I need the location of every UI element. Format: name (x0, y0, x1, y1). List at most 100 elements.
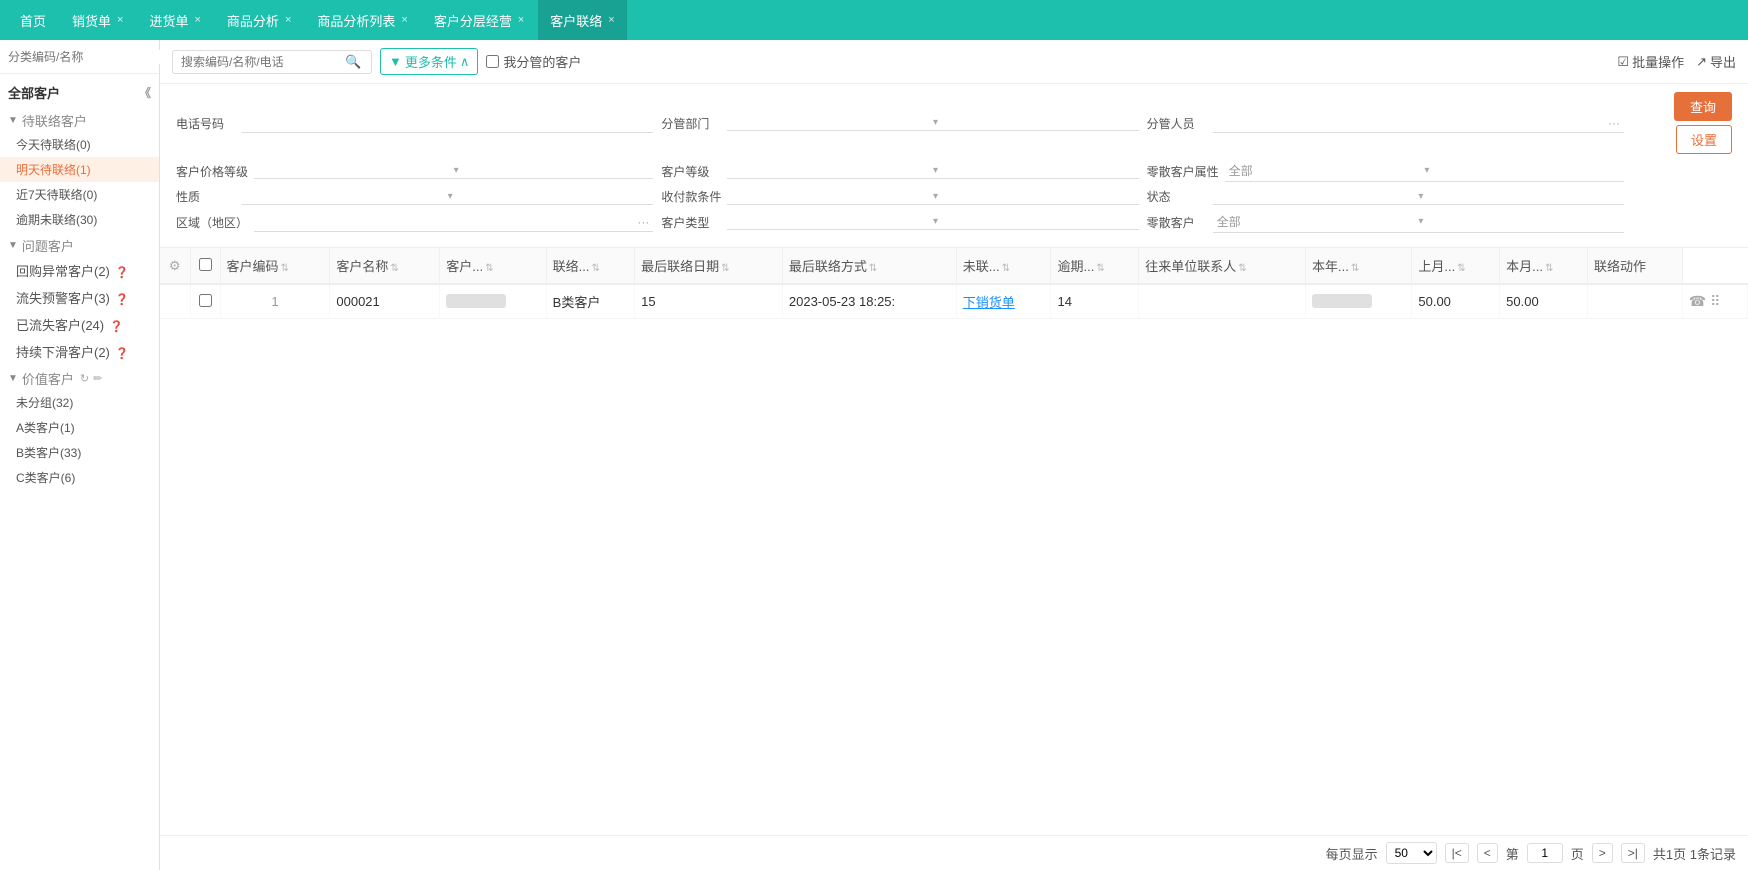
sort-icon[interactable]: ⇅ (1457, 263, 1465, 274)
close-icon[interactable]: × (117, 14, 123, 26)
sidebar-item-a-class[interactable]: A类客户(1) (0, 415, 159, 440)
chevron-down-icon: ▾ (454, 165, 650, 176)
price-level-select[interactable]: ▾ (254, 163, 653, 179)
retail-select[interactable]: 全部 ▾ (1213, 211, 1624, 233)
sidebar-item-today-pending[interactable]: 今天待联络(0) (0, 132, 159, 157)
row-this-year: 50.00 (1412, 284, 1500, 319)
export-btn[interactable]: ↗ 导出 (1696, 52, 1736, 71)
filter-more-btn[interactable]: ▼ 更多条件 ∧ (380, 48, 478, 75)
settings-button[interactable]: 设置 (1676, 125, 1732, 154)
row-uncontacted: 14 (1051, 284, 1139, 319)
sidebar-item-declining[interactable]: 持续下滑客户(2) ❓ (0, 338, 159, 365)
nav-customer-segmentation[interactable]: 客户分层经营 × (422, 0, 536, 40)
query-button[interactable]: 查询 (1674, 92, 1732, 121)
sort-icon[interactable]: ⇅ (390, 263, 398, 274)
toolbar-right: ☑ 批量操作 ↗ 导出 (1617, 52, 1736, 71)
nav-product-analysis-list[interactable]: 商品分析列表 × (305, 0, 419, 40)
select-all-checkbox[interactable] (199, 258, 212, 271)
search-input[interactable] (181, 55, 341, 69)
page-input[interactable] (1527, 843, 1563, 863)
search-icon[interactable]: 🔍 (345, 54, 361, 70)
close-icon[interactable]: × (194, 14, 200, 26)
close-icon[interactable]: × (518, 14, 524, 26)
nav-home[interactable]: 首页 (8, 0, 58, 40)
prev-page-btn[interactable]: < (1477, 843, 1498, 863)
close-icon[interactable]: × (608, 14, 614, 26)
main-layout: 🔍 全部客户 《 ▼ 待联络客户 今天待联络(0) 明天待联络(1) 近7天待联… (0, 40, 1748, 870)
col-gear[interactable]: ⚙ (160, 248, 190, 284)
dept-select[interactable]: ▾ (727, 115, 1138, 131)
sidebar-body: 全部客户 《 ▼ 待联络客户 今天待联络(0) 明天待联络(1) 近7天待联络(… (0, 74, 159, 870)
my-customers-checkbox-label[interactable]: 我分管的客户 (486, 52, 581, 71)
more-icon[interactable]: ··· (637, 215, 649, 229)
first-page-btn[interactable]: |< (1445, 843, 1469, 863)
sort-icon[interactable]: ⇅ (869, 263, 877, 274)
triangle-icon: ▼ (8, 115, 18, 126)
search-input-wrap[interactable]: 🔍 (172, 50, 372, 74)
row-last-month: 50.00 (1500, 284, 1588, 319)
sort-icon[interactable]: ⇅ (1238, 263, 1246, 274)
retail-attr-select[interactable]: 全部 ▾ (1225, 160, 1624, 182)
close-icon[interactable]: × (401, 14, 407, 26)
customer-level-select[interactable]: ▾ (727, 163, 1138, 179)
sidebar-item-ungrouped[interactable]: 未分组(32) (0, 390, 159, 415)
contact-method-link[interactable]: 下销货单 (963, 295, 1015, 310)
row-last-contact-date: 2023-05-23 18:25: (782, 284, 956, 319)
last-page-btn[interactable]: >| (1621, 843, 1645, 863)
sidebar-all-customers[interactable]: 全部客户 《 (0, 78, 159, 107)
sidebar-item-repurchase-abnormal[interactable]: 回购异常客户(2) ❓ (0, 257, 159, 284)
row-last-contact-method[interactable]: 下销货单 (956, 284, 1051, 319)
col-checkbox[interactable] (190, 248, 220, 284)
sort-icon[interactable]: ⇅ (281, 263, 289, 274)
refresh-icon[interactable]: ↻ (80, 372, 89, 385)
chevron-down-icon: ▾ (933, 165, 1135, 176)
batch-operation-btn[interactable]: ☑ 批量操作 (1617, 52, 1684, 71)
contact-action-icon[interactable]: ☎ (1689, 293, 1706, 310)
sort-icon[interactable]: ⇅ (1545, 263, 1553, 274)
person-select[interactable]: ··· (1213, 114, 1624, 133)
next-page-btn[interactable]: > (1592, 843, 1613, 863)
more-action-icon[interactable]: ⠿ (1710, 293, 1720, 310)
nav-sales-order[interactable]: 销货单 × (60, 0, 135, 40)
sort-icon[interactable]: ⇅ (1351, 263, 1359, 274)
nav-purchase-order[interactable]: 进货单 × (137, 0, 212, 40)
row-checkbox[interactable] (190, 284, 220, 319)
sort-icon[interactable]: ⇅ (485, 263, 493, 274)
nature-select[interactable]: ▾ (242, 189, 653, 205)
row-select-checkbox[interactable] (199, 294, 212, 307)
nav-product-analysis[interactable]: 商品分析 × (215, 0, 303, 40)
col-customer-name: 客户名称⇅ (330, 248, 440, 284)
filter-cell-customer-level: 客户等级 ▾ (661, 163, 1138, 180)
row-gear (160, 284, 190, 319)
sort-icon[interactable]: ⇅ (1002, 263, 1010, 274)
filter-panel: 电话号码 分管部门 ▾ 分管人员 ··· 查询 (160, 84, 1748, 248)
sort-icon[interactable]: ⇅ (592, 263, 600, 274)
my-customers-checkbox[interactable] (486, 55, 499, 68)
col-last-month: 上月...⇅ (1412, 248, 1500, 284)
sort-icon[interactable]: ⇅ (1096, 263, 1104, 274)
status-select[interactable]: ▾ (1213, 189, 1624, 205)
row-overdue (1139, 284, 1306, 319)
page-size-select[interactable]: 50 100 200 (1386, 842, 1437, 864)
nav-customer-contact[interactable]: 客户联络 × (538, 0, 626, 40)
sidebar-search-input[interactable] (8, 50, 163, 64)
type-select[interactable]: ▾ (727, 214, 1138, 230)
sidebar-search-area: 🔍 (0, 40, 159, 74)
page-label: 第 (1506, 844, 1519, 863)
phone-input[interactable] (242, 114, 653, 133)
sidebar-item-overdue-pending[interactable]: 逾期未联络(30) (0, 207, 159, 232)
close-icon[interactable]: × (285, 14, 291, 26)
edit-icon[interactable]: ✏ (93, 372, 102, 385)
per-page-label: 每页显示 (1326, 844, 1378, 863)
col-uncontacted: 未联...⇅ (956, 248, 1051, 284)
region-select[interactable]: ··· (254, 213, 653, 232)
sidebar-item-churn-warning[interactable]: 流失预警客户(3) ❓ (0, 284, 159, 311)
more-icon[interactable]: ··· (1608, 116, 1620, 130)
sidebar-item-7days-pending[interactable]: 近7天待联络(0) (0, 182, 159, 207)
sort-icon[interactable]: ⇅ (721, 263, 729, 274)
payment-select[interactable]: ▾ (727, 189, 1138, 205)
sidebar-item-churned[interactable]: 已流失客户(24) ❓ (0, 311, 159, 338)
sidebar-item-tomorrow-pending[interactable]: 明天待联络(1) (0, 157, 159, 182)
sidebar-item-b-class[interactable]: B类客户(33) (0, 440, 159, 465)
sidebar-item-c-class[interactable]: C类客户(6) (0, 465, 159, 490)
